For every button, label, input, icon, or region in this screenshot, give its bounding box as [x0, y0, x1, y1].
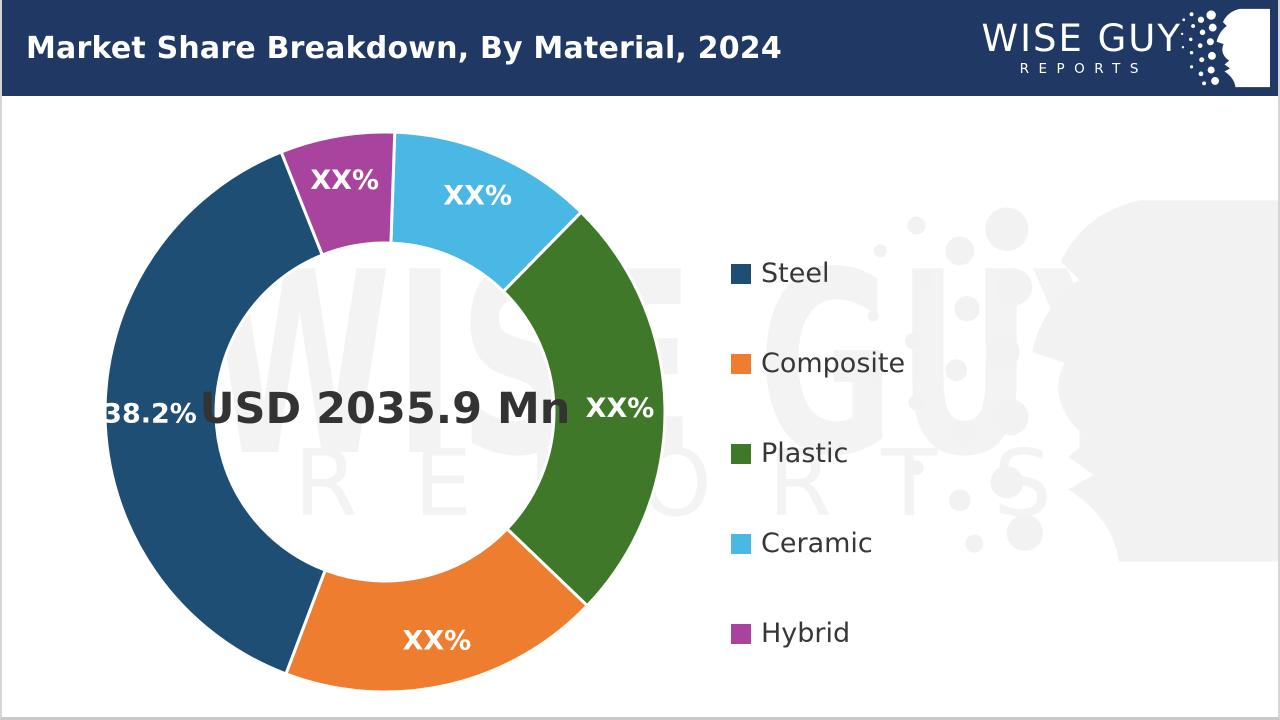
legend-label: Composite [761, 348, 906, 379]
segment-label-hybrid: XX% [310, 165, 379, 196]
legend-item-steel: Steel [731, 260, 905, 287]
segment-label-composite: XX% [403, 626, 472, 657]
logo-brand-text: WISE GUY [981, 16, 1182, 60]
legend-item-composite: Composite [731, 350, 905, 377]
wiseguy-logo-text: WISE GUY REPORTS [982, 20, 1182, 77]
page-title: Market Share Breakdown, By Material, 202… [26, 30, 782, 66]
legend: Steel Composite Plastic Ceramic Hybrid [731, 260, 905, 647]
legend-item-hybrid: Hybrid [731, 620, 905, 647]
legend-label: Plastic [761, 438, 849, 469]
segment-label-steel: 38.2% [103, 399, 197, 430]
legend-item-plastic: Plastic [731, 440, 905, 467]
legend-swatch [731, 533, 751, 554]
logo-reports-text: REPORTS [1019, 60, 1148, 77]
legend-swatch [731, 623, 751, 644]
legend-label: Steel [761, 258, 830, 289]
segment-label-ceramic: XX% [443, 181, 512, 212]
legend-item-ceramic: Ceramic [731, 530, 905, 557]
legend-label: Hybrid [761, 618, 851, 649]
infographic-page: Market Share Breakdown, By Material, 202… [0, 0, 1280, 720]
legend-swatch [731, 263, 751, 284]
segment-label-plastic: XX% [586, 393, 655, 424]
header: Market Share Breakdown, By Material, 202… [2, 0, 1278, 96]
chart-center-value: USD 2035.9 Mn [199, 384, 571, 434]
legend-swatch [731, 443, 751, 464]
legend-swatch [731, 353, 751, 374]
wiseguy-logo: WISE GUY REPORTS [982, 8, 1270, 88]
legend-label: Ceramic [761, 528, 873, 559]
wiseguy-face-icon [1168, 8, 1270, 88]
